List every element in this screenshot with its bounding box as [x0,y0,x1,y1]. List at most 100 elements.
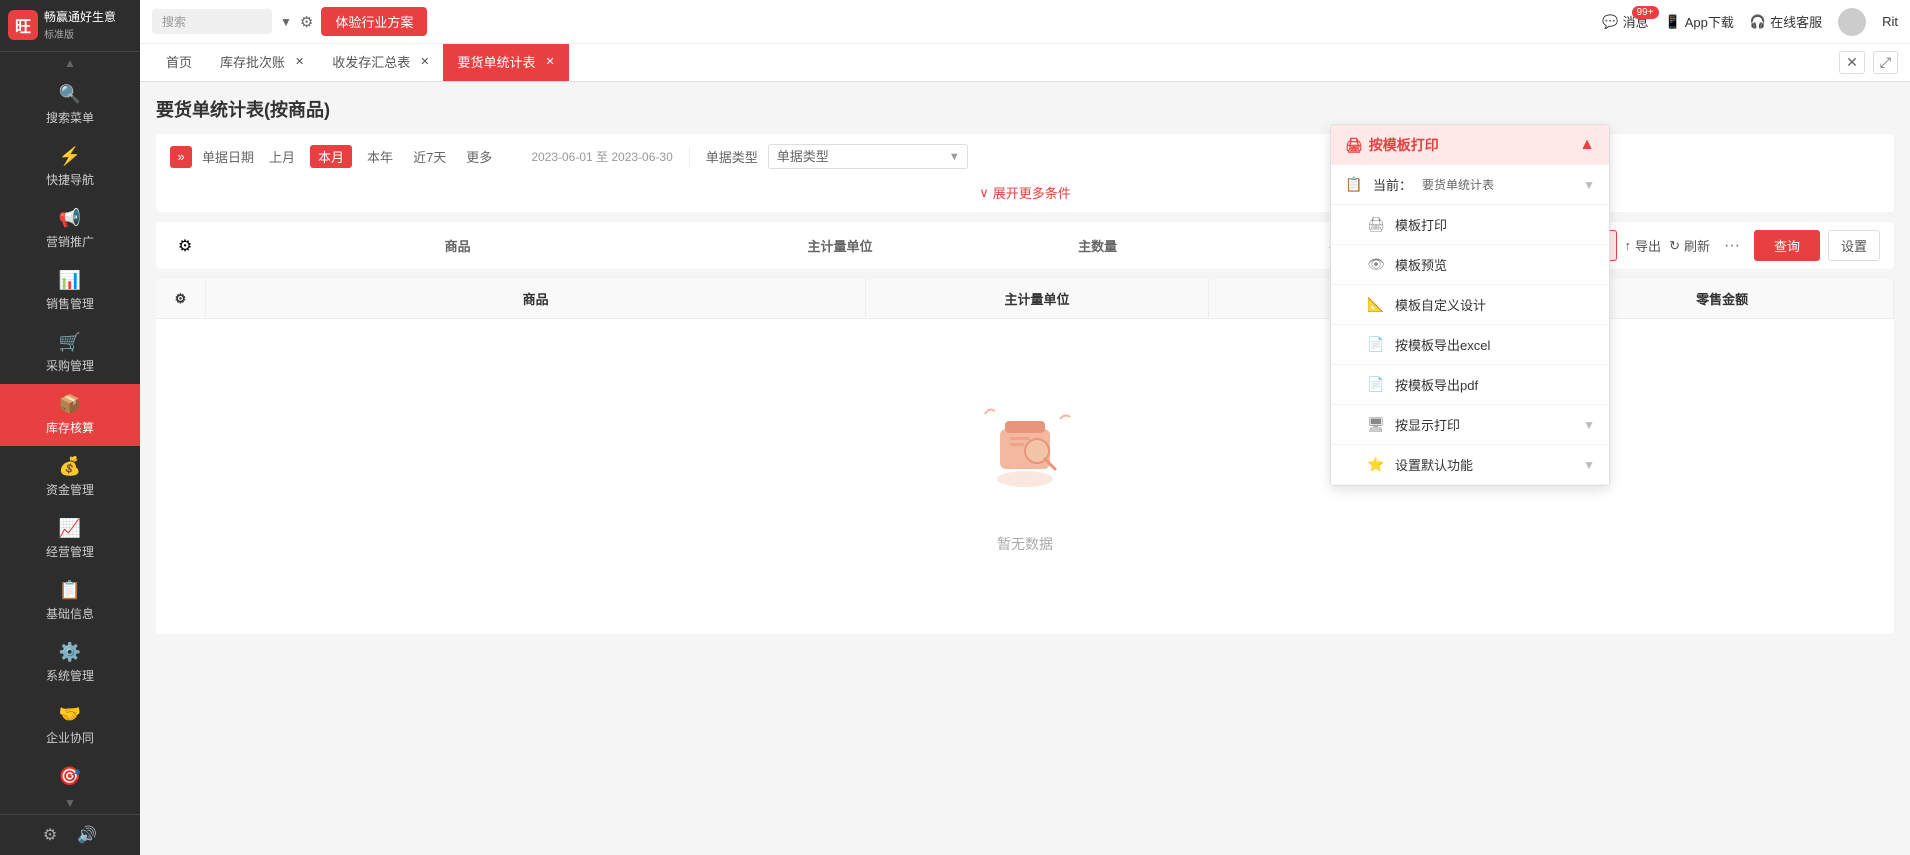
export-excel-icon: 📄 [1367,336,1385,353]
print-dropdown: 🖨 按模板打印 ▲ 📋 当前： 要货单统计表 ▼ 🖨 模板打印 👁 模板预览 [1330,124,1610,486]
sidebar-scroll-down[interactable]: ▼ [0,792,140,814]
current-icon: 📋 [1345,176,1363,193]
date-btn-custom[interactable] [507,155,517,159]
topbar-gear-icon[interactable]: ⚙ [300,13,313,31]
app-download-icon: 📱 [1665,14,1681,30]
date-btn-last-month[interactable]: 上月 [264,145,300,168]
sidebar-item-guide[interactable]: 🎯 新手引导 [0,756,140,792]
username-label[interactable]: Rit [1882,14,1898,29]
sidebar-item-search[interactable]: 🔍 搜索菜单 [0,74,140,136]
message-bell-icon: 💬 [1602,14,1618,30]
expand-more-icon: ∨ [979,185,989,201]
print-dropdown-template-custom[interactable]: 📐 模板自定义设计 [1331,285,1609,325]
print-dropdown-template-preview[interactable]: 👁 模板预览 [1331,245,1609,285]
settings-button[interactable]: 设置 [1828,230,1880,261]
sales-icon: 📊 [59,270,81,291]
print-dropdown-template-print[interactable]: 🖨 模板打印 [1331,205,1609,245]
sidebar-item-marketing[interactable]: 📢 营销推广 [0,198,140,260]
col-settings[interactable]: ⚙ [156,281,206,317]
table-gear-icon[interactable]: ⚙ [178,238,192,255]
logo-icon: 旺 [8,10,38,40]
collab-icon: 🤝 [59,704,81,725]
message-badge: 99+ [1632,6,1659,19]
empty-state: 暂无数据 [156,319,1894,634]
topbar: 搜索 ▼ ⚙ 体验行业方案 💬 消息 99+ 📱 App下载 🎧 在线客服 Ri… [140,0,1910,44]
data-table: ⚙ 商品 主计量单位 主数量 零售金额 [156,279,1894,634]
date-btn-more[interactable]: 更多 [461,145,497,168]
export-icon: ↑ [1625,238,1632,253]
sidebar-item-quick-nav[interactable]: ⚡ 快捷导航 [0,136,140,198]
marketing-icon: 📢 [59,208,81,229]
sidebar-item-inventory[interactable]: 📦 库存核算 [0,384,140,446]
filter-toolbar: » 单据日期 上月 本月 本年 近7天 更多 2023-06-01 至 2023… [156,134,1894,212]
print-dropdown-header: 🖨 按模板打印 ▲ [1331,125,1609,165]
sidebar-settings-btn[interactable]: ⚙ [43,825,57,845]
type-select[interactable]: 单据类型 [768,144,968,169]
date-btn-7days[interactable]: 近7天 [408,145,451,168]
expand-more-button[interactable]: ∨ 展开更多条件 [979,183,1071,202]
service-icon: 🎧 [1750,14,1766,30]
tab-close-receipts-summary[interactable]: ✕ [420,55,429,68]
trial-button[interactable]: 体验行业方案 [321,7,427,36]
sidebar-item-collab[interactable]: 🤝 企业协同 [0,694,140,756]
print-dropdown-export-pdf[interactable]: 📄 按模板导出pdf [1331,365,1609,405]
print-dropdown-current: 📋 当前： 要货单统计表 ▼ [1331,165,1609,205]
print-dropdown-close-button[interactable]: ▲ [1579,136,1595,154]
purchase-icon: 🛒 [59,332,81,353]
date-btn-this-year[interactable]: 本年 [362,145,398,168]
print-dropdown-export-excel[interactable]: 📄 按模板导出excel [1331,325,1609,365]
export-pdf-icon: 📄 [1367,376,1385,393]
tab-close-order-stats[interactable]: ✕ [546,55,555,68]
tab-close-batch-account[interactable]: ✕ [295,55,304,68]
basic-icon: 📋 [59,580,81,601]
tabs-expand-button[interactable]: ⤢ [1873,51,1898,74]
default-func-arrow-icon: ▼ [1583,458,1595,472]
sidebar-item-system[interactable]: ⚙️ 系统管理 [0,632,140,694]
online-service-button[interactable]: 🎧 在线客服 [1750,12,1822,31]
print-dropdown-default-func[interactable]: ⭐ 设置默认功能 ▼ [1331,445,1609,485]
sidebar-menu: 🔍 搜索菜单 ⚡ 快捷导航 📢 营销推广 📊 销售管理 🛒 采购管理 📦 库存核… [0,74,140,792]
logo-text: 畅赢通好生意 标准版 [44,10,116,41]
tab-order-stats[interactable]: 要货单统计表 ✕ [443,44,568,81]
col-product: 商品 [206,279,866,318]
sidebar-item-basic[interactable]: 📋 基础信息 [0,570,140,632]
sidebar-item-operation[interactable]: 📈 经营管理 [0,508,140,570]
sidebar-item-purchase[interactable]: 🛒 采购管理 [0,322,140,384]
guide-icon: 🎯 [59,766,81,787]
tab-receipts-summary[interactable]: 收发存汇总表 ✕ [318,44,443,81]
tabs-close-button[interactable]: ✕ [1839,51,1865,74]
display-print-icon: 🖥 [1367,416,1385,433]
user-avatar[interactable] [1838,8,1866,36]
sidebar-sound-btn[interactable]: 🔊 [77,825,97,845]
page-header: 要货单统计表(按商品) [156,96,1894,122]
topbar-dropdown-arrow[interactable]: ▼ [280,15,292,29]
page-content: 要货单统计表(按商品) » 单据日期 上月 本月 本年 近7天 更多 2023-… [140,82,1910,855]
sidebar-scroll-up[interactable]: ▲ [0,52,140,74]
col-unit: 主计量单位 [866,279,1209,318]
page-title: 要货单统计表(按商品) [156,96,1894,122]
print-dropdown-display-print[interactable]: 🖥 按显示打印 ▼ [1331,405,1609,445]
toolbar-expand-button[interactable]: » [170,146,192,168]
sidebar-item-sales[interactable]: 📊 销售管理 [0,260,140,322]
print-dropdown-title: 🖨 按模板打印 [1345,135,1439,155]
sidebar-item-finance[interactable]: 💰 资金管理 [0,446,140,508]
quantity-col-header: 主数量 [973,236,1223,255]
date-btn-this-month[interactable]: 本月 [310,145,352,168]
refresh-button[interactable]: ↻ 刷新 [1669,236,1710,255]
display-print-arrow-icon: ▼ [1583,418,1595,432]
toolbar-separator [689,147,690,167]
tab-home[interactable]: 首页 [152,44,206,81]
sidebar: 旺 畅赢通好生意 标准版 ▲ 🔍 搜索菜单 ⚡ 快捷导航 📢 营销推广 📊 销售… [0,0,140,855]
export-button[interactable]: ↑ 导出 [1625,236,1662,255]
unit-col-header: 主计量单位 [715,236,965,255]
messages-button[interactable]: 💬 消息 99+ [1602,12,1648,31]
quick-nav-icon: ⚡ [59,146,81,167]
more-options-button[interactable]: ··· [1718,233,1746,259]
product-col-header: 商品 [208,236,707,255]
type-select-wrapper: 单据类型 ▼ [768,144,968,169]
app-download-button[interactable]: 📱 App下载 [1665,12,1734,31]
action-bar: ⚙ 商品 主计量单位 主数量 零售金额 🖨 按模板打印 ▲ ↑ 导出 ↻ 刷新 [156,222,1894,269]
query-button[interactable]: 查询 [1754,230,1820,261]
tab-batch-account[interactable]: 库存批次账 ✕ [206,44,318,81]
current-arrow-icon: ▼ [1583,178,1595,192]
